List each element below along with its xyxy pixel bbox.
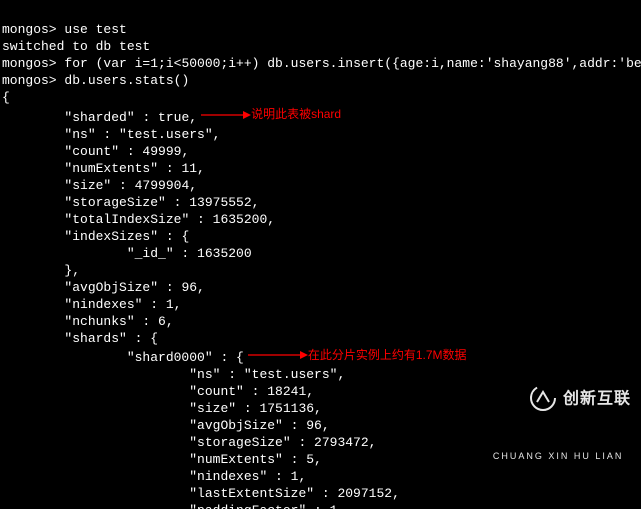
- cmd-stats: db.users.stats(): [64, 73, 189, 88]
- shard-nindexes: "nindexes" : 1,: [189, 469, 306, 484]
- output-switched: switched to db test: [2, 39, 150, 54]
- shard-count: "count" : 18241,: [189, 384, 314, 399]
- stat-shard0000-open: "shard0000" : {: [127, 350, 244, 365]
- annotation-sharded: 说明此表被shard: [251, 106, 341, 123]
- stat-sharded-key: "sharded": [64, 110, 134, 125]
- cmd-use: use test: [64, 22, 126, 37]
- shard-numExtents: "numExtents" : 5,: [189, 452, 322, 467]
- stat-indexSizes-close: },: [64, 263, 80, 278]
- logo-icon: [507, 367, 557, 433]
- stat-numExtents: "numExtents" : 11,: [64, 161, 204, 176]
- shard-paddingFactor: "paddingFactor" : 1,: [189, 503, 345, 509]
- stat-ns: "ns" : "test.users",: [64, 127, 220, 142]
- arrow-icon: [248, 349, 308, 361]
- shard-size: "size" : 1751136,: [189, 401, 322, 416]
- stat-count: "count" : 49999,: [64, 144, 189, 159]
- stat-nindexes: "nindexes" : 1,: [64, 297, 181, 312]
- cmd-for: for (var i=1;i<50000;i++) db.users.inser…: [64, 56, 641, 71]
- logo-subtext: CHUANG XIN HU LIAN: [493, 448, 631, 465]
- stat-shards-open: "shards" : {: [64, 331, 158, 346]
- stat-indexSizes-open: "indexSizes" : {: [64, 229, 189, 244]
- shard-avgObjSize: "avgObjSize" : 96,: [189, 418, 329, 433]
- logo-text: 创新互联: [563, 390, 631, 407]
- terminal-output: mongos> use test switched to db test mon…: [0, 0, 641, 509]
- prompt: mongos>: [2, 22, 57, 37]
- stat-avgObjSize: "avgObjSize" : 96,: [64, 280, 204, 295]
- prompt: mongos>: [2, 73, 57, 88]
- watermark-logo: 创新互联 CHUANG XIN HU LIAN: [493, 350, 631, 499]
- prompt: mongos>: [2, 56, 57, 71]
- stat-indexSizes-id: "_id_" : 1635200: [127, 246, 252, 261]
- arrow-icon: [201, 109, 251, 121]
- annotation-shard0000: 在此分片实例上约有1.7M数据: [308, 347, 467, 364]
- shard-ns: "ns" : "test.users",: [189, 367, 345, 382]
- stat-size: "size" : 4799904,: [64, 178, 197, 193]
- stat-totalIndexSize: "totalIndexSize" : 1635200,: [64, 212, 275, 227]
- stat-nchunks: "nchunks" : 6,: [64, 314, 173, 329]
- stat-sharded-val: true,: [158, 110, 197, 125]
- stat-storageSize: "storageSize" : 13975552,: [64, 195, 259, 210]
- brace-open: {: [2, 90, 10, 105]
- shard-lastExtentSize: "lastExtentSize" : 2097152,: [189, 486, 400, 501]
- shard-storageSize: "storageSize" : 2793472,: [189, 435, 376, 450]
